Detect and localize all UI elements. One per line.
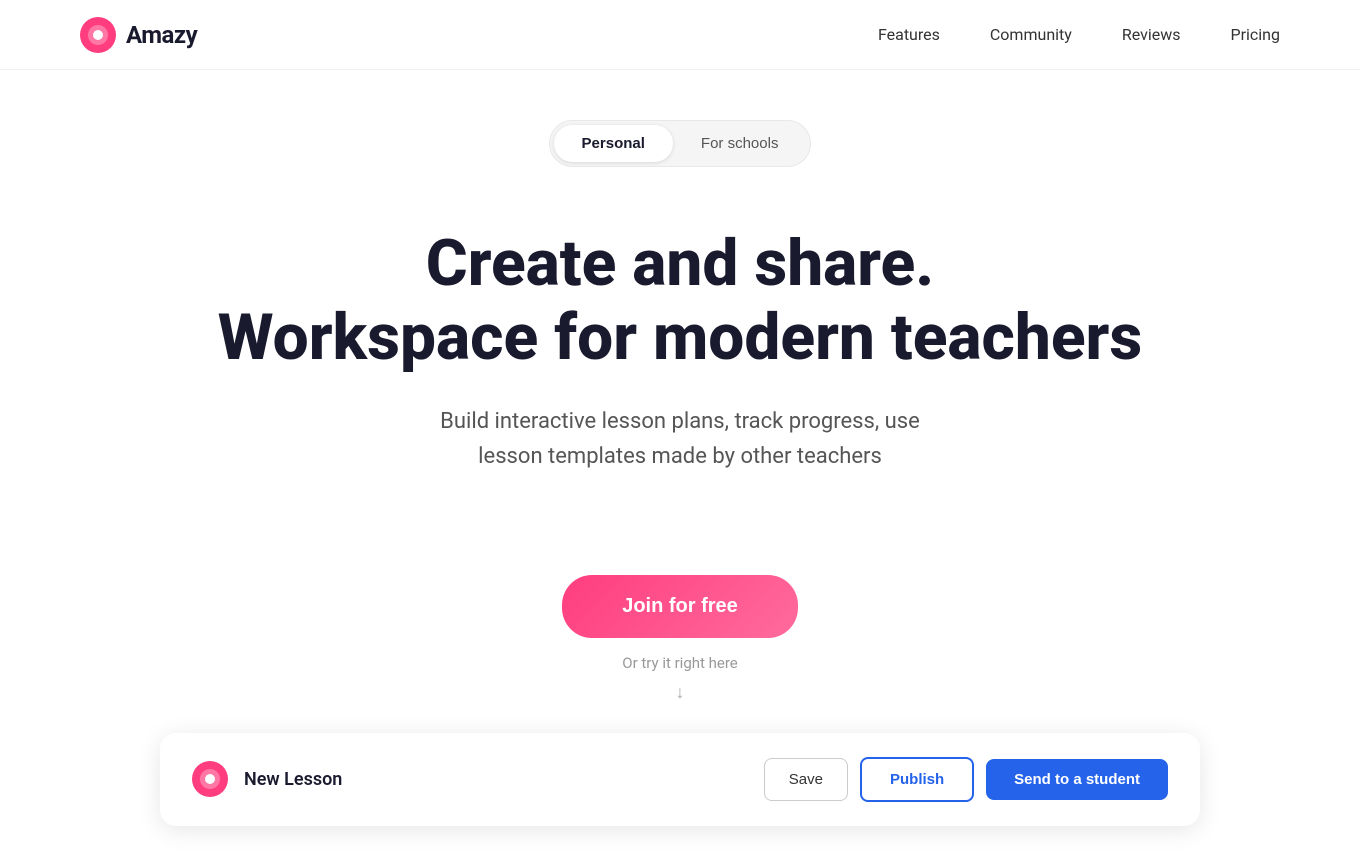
publish-button[interactable]: Publish xyxy=(860,757,974,802)
cta-section: Join for free Or try it right here ↓ xyxy=(0,575,1360,703)
logo-text: Amazy xyxy=(126,21,197,49)
hero-subtitle-line2: lesson templates made by other teachers xyxy=(478,444,882,469)
audience-toggle-section: Personal For schools xyxy=(0,120,1360,167)
lesson-title: New Lesson xyxy=(244,769,342,790)
hero-subtitle: Build interactive lesson plans, track pr… xyxy=(370,404,990,474)
nav-reviews[interactable]: Reviews xyxy=(1122,25,1181,44)
nav-community[interactable]: Community xyxy=(990,25,1072,44)
toggle-personal[interactable]: Personal xyxy=(554,125,673,162)
lesson-left: New Lesson xyxy=(192,761,342,797)
lesson-card: New Lesson Save Publish Send to a studen… xyxy=(160,733,1200,826)
amazy-logo-icon xyxy=(80,17,116,53)
lesson-actions: Save Publish Send to a student xyxy=(764,757,1168,802)
audience-toggle-group: Personal For schools xyxy=(549,120,812,167)
hero-subtitle-line1: Build interactive lesson plans, track pr… xyxy=(440,409,920,434)
nav-pricing[interactable]: Pricing xyxy=(1231,25,1281,44)
arrow-down-icon: ↓ xyxy=(676,682,685,703)
nav-features[interactable]: Features xyxy=(878,25,940,44)
save-button[interactable]: Save xyxy=(764,758,848,801)
lesson-logo-icon xyxy=(192,761,228,797)
main-nav: Features Community Reviews Pricing xyxy=(878,25,1280,44)
toggle-for-schools[interactable]: For schools xyxy=(673,125,807,162)
join-free-button[interactable]: Join for free xyxy=(562,575,798,638)
hero-title: Create and share. Workspace for modern t… xyxy=(80,227,1280,374)
hero-section: Create and share. Workspace for modern t… xyxy=(0,167,1360,515)
logo[interactable]: Amazy xyxy=(80,17,197,53)
hero-title-line1: Create and share. xyxy=(426,226,934,301)
header: Amazy Features Community Reviews Pricing xyxy=(0,0,1360,70)
try-text: Or try it right here xyxy=(622,654,738,672)
hero-title-line2: Workspace for modern teachers xyxy=(218,300,1142,375)
send-to-student-button[interactable]: Send to a student xyxy=(986,759,1168,800)
